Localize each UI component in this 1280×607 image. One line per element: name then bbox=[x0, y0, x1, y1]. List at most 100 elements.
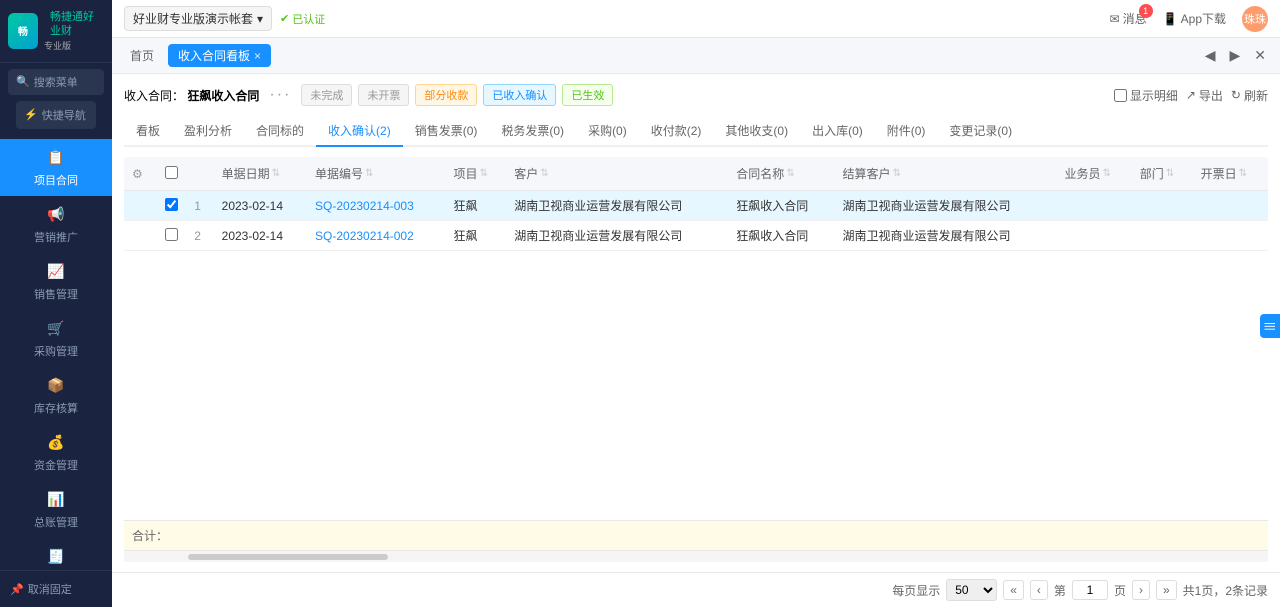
subtab-target[interactable]: 合同标的 bbox=[244, 116, 316, 147]
sidebar-item-purchase[interactable]: 🛒 采购管理 bbox=[0, 310, 112, 367]
horizontal-scrollbar bbox=[124, 550, 1268, 562]
th-salesperson[interactable]: 业务员 bbox=[1057, 157, 1132, 191]
export-button[interactable]: ↗ 导出 bbox=[1186, 87, 1223, 104]
subtab-warehouse[interactable]: 出入库(0) bbox=[800, 116, 875, 147]
th-open-date[interactable]: 开票日 bbox=[1193, 157, 1268, 191]
topbar-right: ✉ 消息 1 📱 App下载 珠珠 bbox=[1110, 6, 1268, 32]
tab-prev-button[interactable]: ◀ bbox=[1201, 45, 1220, 66]
status-tag-partial[interactable]: 部分收款 bbox=[415, 84, 477, 106]
subtab-sales-invoice[interactable]: 销售发票(0) bbox=[403, 116, 490, 147]
per-page-select[interactable]: 20 50 100 200 bbox=[946, 579, 997, 601]
app-download-button[interactable]: 📱 App下载 bbox=[1163, 10, 1226, 27]
doc-link-2[interactable]: SQ-20230214-002 bbox=[315, 229, 414, 243]
check-circle-icon: ✔ bbox=[280, 12, 289, 25]
tab-home[interactable]: 首页 bbox=[122, 44, 162, 67]
sidebar-item-general[interactable]: 📊 总账管理 bbox=[0, 481, 112, 538]
status-tag-uninvoiced[interactable]: 未开票 bbox=[358, 84, 409, 106]
sort-contract-name[interactable]: 合同名称 bbox=[736, 165, 826, 182]
user-avatar[interactable]: 珠珠 bbox=[1242, 6, 1268, 32]
doc-link-1[interactable]: SQ-20230214-003 bbox=[315, 199, 414, 213]
sidebar-item-funds[interactable]: 💰 资金管理 bbox=[0, 424, 112, 481]
subtabs: 看板 盈利分析 合同标的 收入确认(2) 销售发票(0) 税务发票(0) 采购(… bbox=[124, 116, 1268, 147]
sort-customer[interactable]: 客户 bbox=[514, 165, 720, 182]
subtab-purchase[interactable]: 采购(0) bbox=[576, 116, 639, 147]
pin-button[interactable]: 📌 取消固定 bbox=[6, 577, 106, 601]
sort-salesperson[interactable]: 业务员 bbox=[1065, 165, 1124, 182]
last-page-button[interactable]: » bbox=[1156, 580, 1177, 600]
main-area: 好业财专业版演示帐套 ▾ ✔ 已认证 ✉ 消息 1 📱 App下载 珠珠 首页 … bbox=[112, 0, 1280, 607]
sort-date[interactable]: 单据日期 bbox=[222, 165, 299, 182]
tab-next-button[interactable]: ▶ bbox=[1225, 45, 1244, 66]
th-customer[interactable]: 客户 bbox=[506, 157, 728, 191]
status-tag-incomplete[interactable]: 未完成 bbox=[301, 84, 352, 106]
show-detail-toggle[interactable]: 显示明细 bbox=[1114, 87, 1178, 104]
subtab-board[interactable]: 看板 bbox=[124, 116, 172, 147]
sort-open-date[interactable]: 开票日 bbox=[1201, 165, 1260, 182]
total-row: 合计： bbox=[124, 520, 1268, 550]
search-menu-button[interactable]: 🔍 搜索菜单 bbox=[8, 69, 104, 95]
more-options-button[interactable]: ··· bbox=[269, 86, 291, 104]
table-row[interactable]: 2 2023-02-14 SQ-20230214-002 狂飙 湖南卫视商业运营… bbox=[124, 221, 1268, 251]
sidebar-item-inventory[interactable]: 📦 库存核算 bbox=[0, 367, 112, 424]
td-department-1 bbox=[1132, 191, 1193, 221]
sidebar-item-invoice[interactable]: 🧾 发票管理 bbox=[0, 538, 112, 570]
content-wrapper: 收入合同： 狂飙收入合同 ··· 未完成 未开票 部分收款 已收入确认 已生效 … bbox=[112, 74, 1280, 607]
th-project[interactable]: 项目 bbox=[445, 157, 506, 191]
header-row: ⚙ 单据日期 单据编号 bbox=[124, 157, 1268, 191]
show-detail-checkbox[interactable] bbox=[1114, 89, 1127, 102]
sort-closing-customer[interactable]: 结算客户 bbox=[842, 165, 1048, 182]
next-page-button[interactable]: › bbox=[1132, 580, 1150, 600]
td-salesperson-2 bbox=[1057, 221, 1132, 251]
first-page-button[interactable]: « bbox=[1003, 580, 1024, 600]
td-opendate-2 bbox=[1193, 221, 1268, 251]
subtab-income[interactable]: 收入确认(2) bbox=[316, 116, 403, 147]
status-tag-confirmed[interactable]: 已收入确认 bbox=[483, 84, 556, 106]
sort-number[interactable]: 单据编号 bbox=[315, 165, 437, 182]
subtab-tax-invoice[interactable]: 税务发票(0) bbox=[489, 116, 576, 147]
sort-project[interactable]: 项目 bbox=[453, 165, 498, 182]
refresh-button[interactable]: ↻ 刷新 bbox=[1231, 87, 1268, 104]
sidebar-logo: 畅 畅捷通好业财 专业版 bbox=[0, 0, 112, 63]
subtab-changes[interactable]: 变更记录(0) bbox=[937, 116, 1024, 147]
settings-icon[interactable]: ⚙ bbox=[132, 167, 143, 181]
status-tag-effective[interactable]: 已生效 bbox=[562, 84, 613, 106]
right-panel-toggle[interactable]: ||| bbox=[1260, 314, 1280, 339]
topbar: 好业财专业版演示帐套 ▾ ✔ 已认证 ✉ 消息 1 📱 App下载 珠珠 bbox=[112, 0, 1280, 38]
th-number[interactable]: 单据编号 bbox=[307, 157, 445, 191]
refresh-icon: ↻ bbox=[1231, 88, 1241, 102]
subtab-attachments[interactable]: 附件(0) bbox=[875, 116, 938, 147]
sidebar-item-marketing[interactable]: 📢 营销推广 bbox=[0, 196, 112, 253]
general-icon: 📊 bbox=[45, 489, 67, 511]
table-row[interactable]: 1 2023-02-14 SQ-20230214-003 狂飙 湖南卫视商业运营… bbox=[124, 191, 1268, 221]
tab-close-all-button[interactable]: ✕ bbox=[1250, 45, 1270, 66]
subtab-other[interactable]: 其他收支(0) bbox=[713, 116, 800, 147]
prev-page-button[interactable]: ‹ bbox=[1030, 580, 1048, 600]
th-date[interactable]: 单据日期 bbox=[214, 157, 307, 191]
messages-button[interactable]: ✉ 消息 1 bbox=[1110, 10, 1147, 27]
th-department[interactable]: 部门 bbox=[1132, 157, 1193, 191]
th-contract-name[interactable]: 合同名称 bbox=[728, 157, 834, 191]
tab-close-icon[interactable]: × bbox=[254, 49, 261, 63]
th-closing-customer[interactable]: 结算客户 bbox=[834, 157, 1056, 191]
td-department-2 bbox=[1132, 221, 1193, 251]
sidebar-item-sales[interactable]: 📈 销售管理 bbox=[0, 253, 112, 310]
th-checkbox bbox=[156, 157, 186, 191]
select-all-checkbox[interactable] bbox=[165, 166, 178, 179]
tab-contract-board[interactable]: 收入合同看板 × bbox=[168, 44, 271, 67]
subtab-profit[interactable]: 盈利分析 bbox=[172, 116, 244, 147]
quick-nav-button[interactable]: ⚡ 快捷导航 bbox=[16, 101, 96, 129]
company-selector[interactable]: 好业财专业版演示帐套 ▾ bbox=[124, 6, 272, 31]
row-checkbox-1[interactable] bbox=[165, 198, 178, 211]
row-checkbox-2[interactable] bbox=[165, 228, 178, 241]
td-date-2: 2023-02-14 bbox=[214, 221, 307, 251]
scroll-thumb[interactable] bbox=[188, 554, 388, 560]
logo-sub: 专业版 bbox=[44, 39, 104, 52]
td-customer-1: 湖南卫视商业运营发展有限公司 bbox=[506, 191, 728, 221]
subtab-payment[interactable]: 收付款(2) bbox=[639, 116, 714, 147]
per-page-label: 每页显示 bbox=[892, 582, 940, 599]
sort-department[interactable]: 部门 bbox=[1140, 165, 1185, 182]
page-number-input[interactable] bbox=[1072, 580, 1108, 600]
td-index-2: 2 bbox=[186, 221, 213, 251]
sidebar-item-project[interactable]: 📋 项目合同 bbox=[0, 139, 112, 196]
chevron-down-icon: ▾ bbox=[257, 12, 263, 26]
